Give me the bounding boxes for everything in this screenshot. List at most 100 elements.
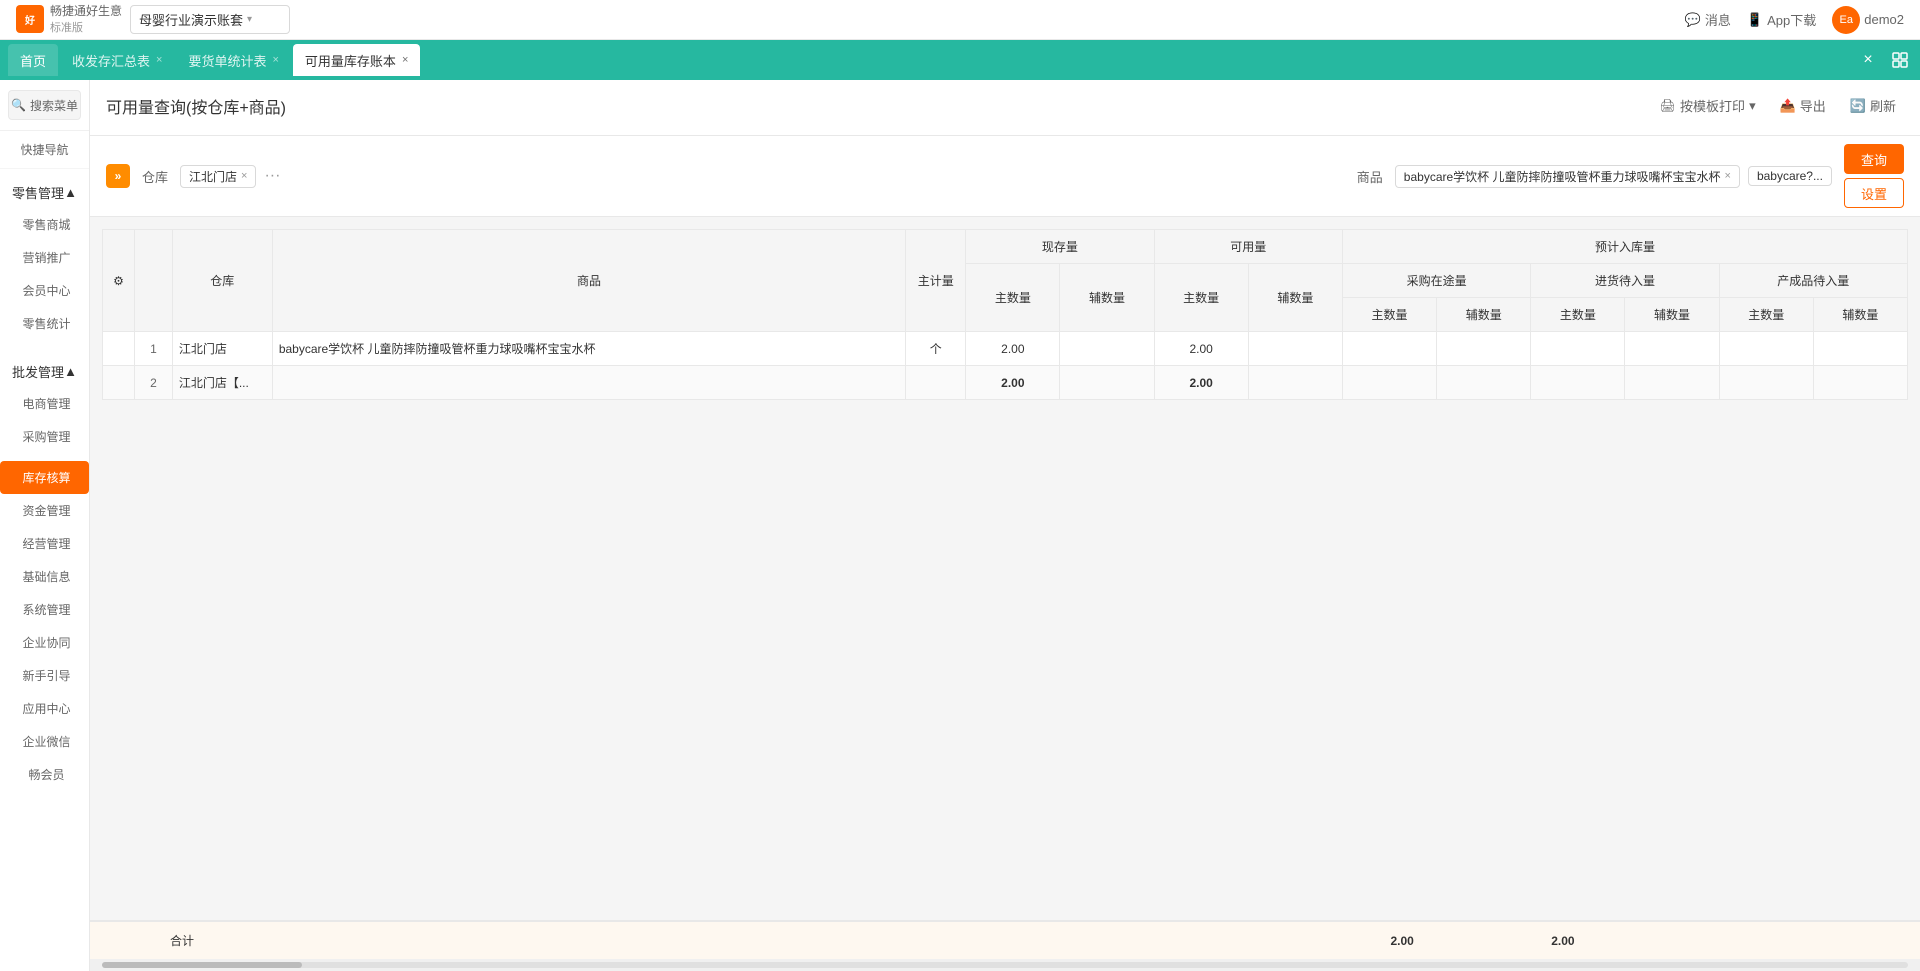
settings-button[interactable]: 设置 xyxy=(1844,178,1904,208)
wholesale-mgmt-label: 批发管理 xyxy=(12,362,64,381)
filter-toggle-btn[interactable]: » xyxy=(106,164,130,188)
quick-nav-label: 快捷导航 xyxy=(20,141,68,158)
query-button[interactable]: 查询 xyxy=(1844,144,1904,174)
tabs-expand-btn[interactable] xyxy=(1888,48,1912,72)
refresh-btn[interactable]: 🔄 刷新 xyxy=(1842,92,1904,119)
cell-prod-main-2 xyxy=(1719,366,1813,400)
top-bar-right: 💬 消息 📱 App下载 Ea demo2 xyxy=(1685,6,1904,34)
footer-avail-aux xyxy=(1623,922,1664,959)
warehouse-more-btn[interactable]: ··· xyxy=(264,167,280,185)
tab-available-stock-label: 可用量库存账本 xyxy=(305,51,396,70)
tab-order-stats-close[interactable]: × xyxy=(272,54,278,66)
th-prod-main: 主数量 xyxy=(1719,298,1813,332)
page-header: 可用量查询(按仓库+商品) 🖨 按模板打印 ▾ 📤 导出 🔄 刷新 xyxy=(90,80,1920,136)
footer-cell-num xyxy=(134,922,164,959)
basic-info-label: 基础信息 xyxy=(22,570,70,584)
search-menu-label: 搜索菜单 xyxy=(30,97,78,114)
tab-receive-summary[interactable]: 收发存汇总表 × xyxy=(60,44,174,76)
cell-avail-main-2: 2.00 xyxy=(1154,366,1248,400)
tab-available-stock-close[interactable]: × xyxy=(402,54,408,66)
th-purchase-transit: 采购在途量 xyxy=(1342,264,1530,298)
cell-avail-aux-2 xyxy=(1248,366,1342,400)
product-tag-1-remove[interactable]: × xyxy=(1725,170,1731,182)
product-tag-2-text: babycare?... xyxy=(1757,169,1823,183)
sidebar-item-sys-mgmt[interactable]: 系统管理 xyxy=(0,593,89,626)
footer-goods-main xyxy=(1745,922,1786,959)
sidebar-item-ecommerce[interactable]: 电商管理 xyxy=(8,387,81,420)
sidebar-item-finance[interactable]: 资金管理 xyxy=(0,494,89,527)
app-icon: 📱 xyxy=(1747,12,1763,28)
warehouse-tag-text: 江北门店 xyxy=(189,168,237,185)
product-filter-label: 商品 xyxy=(1357,167,1383,186)
th-production-pending: 产成品待入量 xyxy=(1719,264,1907,298)
retail-mgmt-header[interactable]: 零售管理 ▲ xyxy=(8,177,81,208)
app-center-label: 应用中心 xyxy=(22,702,70,716)
th-warehouse: 仓库 xyxy=(172,230,272,332)
sidebar-item-retail-store[interactable]: 零售商城 xyxy=(8,208,81,241)
sidebar-item-basic-info[interactable]: 基础信息 xyxy=(0,560,89,593)
company-selector[interactable]: 母婴行业演示账套 ▾ xyxy=(130,5,290,34)
message-btn[interactable]: 💬 消息 xyxy=(1685,10,1731,29)
sidebar-item-member[interactable]: 会员中心 xyxy=(8,274,81,307)
product-tag-2: babycare?... xyxy=(1748,166,1832,186)
th-purchase-main: 主数量 xyxy=(1342,298,1436,332)
scrollbar-thumb[interactable] xyxy=(102,962,302,968)
cell-purchase-main-2 xyxy=(1342,366,1436,400)
sidebar-item-enterprise[interactable]: 企业协同 xyxy=(0,626,89,659)
sidebar-item-marketing[interactable]: 营销推广 xyxy=(8,241,81,274)
retail-store-label: 零售商城 xyxy=(22,218,70,232)
sidebar-item-retail-stats[interactable]: 零售统计 xyxy=(8,307,81,340)
tab-order-stats[interactable]: 要货单统计表 × xyxy=(176,44,290,76)
sidebar-item-vip-member[interactable]: 畅会员 xyxy=(0,758,89,791)
sidebar-item-enterprise-wechat[interactable]: 企业微信 xyxy=(0,725,89,758)
cell-stock-main-2: 2.00 xyxy=(966,366,1060,400)
scrollbar-track xyxy=(102,962,1908,968)
sidebar-item-purchase[interactable]: 采购管理 xyxy=(8,420,81,453)
cell-product-2 xyxy=(272,366,905,400)
th-goods-aux: 辅数量 xyxy=(1625,298,1719,332)
print-btn[interactable]: 🖨 按模板打印 ▾ xyxy=(1652,92,1764,119)
export-icon: 📤 xyxy=(1780,98,1796,114)
purchase-label: 采购管理 xyxy=(22,430,70,444)
tabs-close-all-btn[interactable]: × xyxy=(1856,48,1880,72)
tab-receive-summary-close[interactable]: × xyxy=(156,54,162,66)
cell-stock-aux xyxy=(1060,332,1154,366)
logo-sub-text: 标准版 xyxy=(50,19,122,35)
filter-row: » 仓库 江北门店 × ··· 商品 babycare学饮杯 儿童防摔防撞吸管杯… xyxy=(90,136,1920,217)
user-profile[interactable]: Ea demo2 xyxy=(1832,6,1904,34)
table-row-group: 2 江北门店【... 2.00 2.00 xyxy=(103,366,1908,400)
tab-available-stock[interactable]: 可用量库存账本 × xyxy=(293,44,420,76)
search-menu-btn[interactable]: 🔍 搜索菜单 xyxy=(8,90,81,120)
footer-prod-main xyxy=(1826,922,1867,959)
top-bar: 好 畅捷通好生意 标准版 母婴行业演示账套 ▾ 💬 消息 📱 App下载 Ea … xyxy=(0,0,1920,40)
app-download-btn[interactable]: 📱 App下载 xyxy=(1747,10,1816,29)
th-gear[interactable]: ⚙ xyxy=(103,230,135,332)
print-arrow-icon: ▾ xyxy=(1749,98,1756,114)
cell-row-num-2: 2 xyxy=(135,366,173,400)
footer-unit xyxy=(1282,922,1342,959)
tab-home[interactable]: 首页 xyxy=(8,44,58,76)
warehouse-tag-remove[interactable]: × xyxy=(241,170,247,182)
refresh-icon: 🔄 xyxy=(1850,98,1866,114)
export-label: 导出 xyxy=(1800,96,1826,115)
sidebar-section-wholesale: 批发管理 ▲ 电商管理 采购管理 xyxy=(0,348,89,461)
cell-product: babycare学饮杯 儿童防摔防撞吸管杯重力球吸嘴杯宝宝水杯 xyxy=(272,332,905,366)
sidebar-search-area: 🔍 搜索菜单 xyxy=(0,80,89,131)
export-btn[interactable]: 📤 导出 xyxy=(1772,92,1834,119)
ops-mgmt-label: 经营管理 xyxy=(22,537,70,551)
sidebar-item-ops-mgmt[interactable]: 经营管理 xyxy=(0,527,89,560)
enterprise-wechat-label: 企业微信 xyxy=(22,735,70,749)
sidebar-item-inventory[interactable]: 库存核算 xyxy=(0,461,89,494)
print-icon: 🖨 xyxy=(1660,98,1677,114)
th-product: 商品 xyxy=(272,230,905,332)
footer-cell-gear xyxy=(102,922,134,959)
print-label: 按模板打印 xyxy=(1680,96,1745,115)
cell-prod-aux-2 xyxy=(1813,366,1907,400)
footer-purchase-main xyxy=(1664,922,1705,959)
wholesale-mgmt-header[interactable]: 批发管理 ▲ xyxy=(8,356,81,387)
sidebar-item-quick-nav[interactable]: 快捷导航 xyxy=(0,131,89,169)
page-title-row: 可用量查询(按仓库+商品) 🖨 按模板打印 ▾ 📤 导出 🔄 刷新 xyxy=(106,92,1904,119)
horizontal-scrollbar[interactable] xyxy=(90,959,1920,971)
sidebar-item-app-center[interactable]: 应用中心 xyxy=(0,692,89,725)
sidebar-item-new-guide[interactable]: 新手引导 xyxy=(0,659,89,692)
